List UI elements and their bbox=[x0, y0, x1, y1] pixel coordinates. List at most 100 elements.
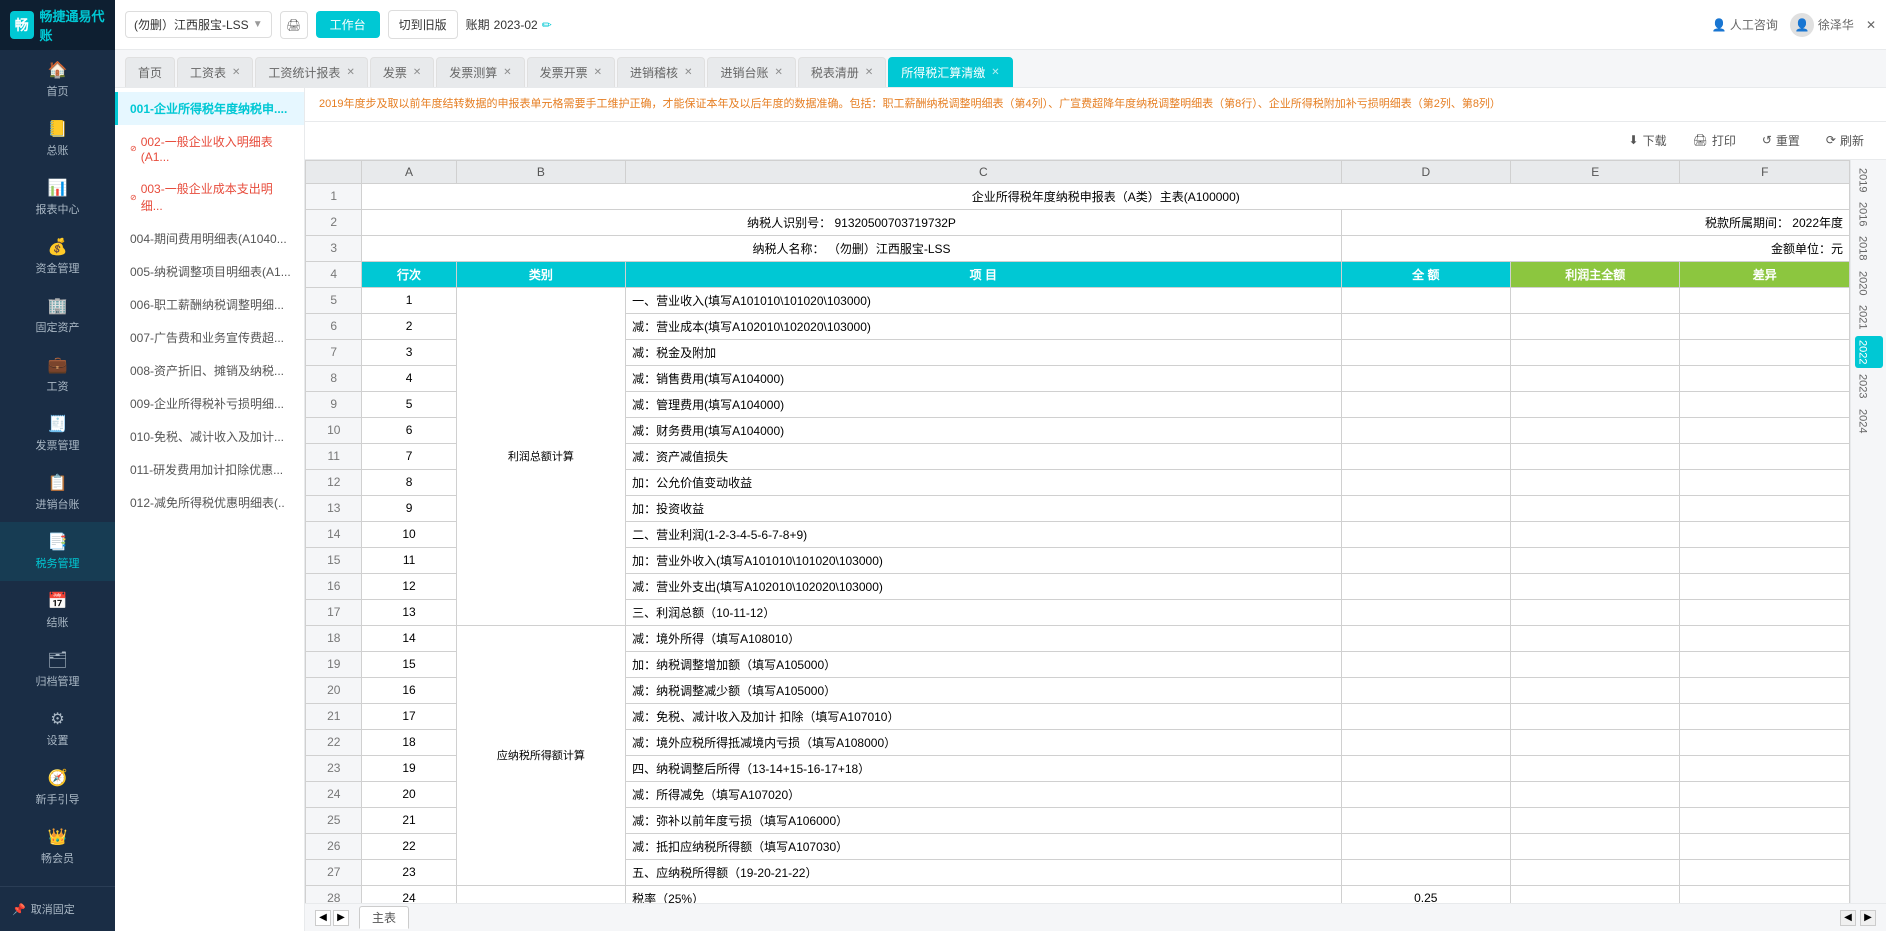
cell-item[interactable]: 二、营业利润(1-2-3-4-5-6-7-8+9) bbox=[626, 521, 1342, 547]
left-panel-item-012[interactable]: 012-减免所得税优惠明细表(.. bbox=[115, 486, 304, 519]
cell-xuhao[interactable]: 23 bbox=[362, 859, 456, 885]
cell-value[interactable] bbox=[1341, 287, 1510, 313]
cell-lirun[interactable] bbox=[1511, 365, 1680, 391]
cell-lirun[interactable] bbox=[1511, 625, 1680, 651]
left-panel-item-005[interactable]: 005-纳税调整项目明细表(A1... bbox=[115, 255, 304, 288]
cell-value[interactable] bbox=[1341, 755, 1510, 781]
cell-chay[interactable] bbox=[1680, 313, 1850, 339]
cell-value[interactable] bbox=[1341, 599, 1510, 625]
year-item-2023[interactable]: 2023 bbox=[1855, 370, 1883, 402]
cell-value[interactable] bbox=[1341, 495, 1510, 521]
workbench-button[interactable]: 工作台 bbox=[316, 11, 380, 38]
cell-item[interactable]: 减：管理费用(填写A104000) bbox=[626, 391, 1342, 417]
tab-nav-left[interactable]: ◀ bbox=[315, 910, 331, 926]
tab-invoice[interactable]: 发票 ✕ bbox=[370, 57, 434, 87]
tab-nav-right[interactable]: ▶ bbox=[333, 910, 349, 926]
year-item-2018[interactable]: 2018 bbox=[1855, 232, 1883, 264]
cell-lirun[interactable] bbox=[1511, 885, 1680, 903]
bottom-tab-main[interactable]: 主表 bbox=[359, 906, 409, 929]
cell-xuhao[interactable]: 13 bbox=[362, 599, 456, 625]
cell-item[interactable]: 税率（25%） bbox=[626, 885, 1342, 903]
tab-close-icon[interactable]: ✕ bbox=[413, 67, 421, 78]
cell-value[interactable] bbox=[1341, 521, 1510, 547]
sidebar-item-home[interactable]: 🏠 首页 bbox=[0, 50, 115, 109]
year-item-2021[interactable]: 2021 bbox=[1855, 301, 1883, 333]
cell-xuhao[interactable]: 17 bbox=[362, 703, 456, 729]
cell-chay[interactable] bbox=[1680, 521, 1850, 547]
cell-value[interactable] bbox=[1341, 443, 1510, 469]
spreadsheet-area[interactable]: A B C D E F 1 企业所 bbox=[305, 160, 1850, 904]
cell-xuhao[interactable]: 2 bbox=[362, 313, 456, 339]
year-item-2020[interactable]: 2020 bbox=[1855, 267, 1883, 299]
cell-lirun[interactable] bbox=[1511, 339, 1680, 365]
cell-value[interactable] bbox=[1341, 703, 1510, 729]
sidebar-item-invoice[interactable]: 🧾 发票管理 bbox=[0, 404, 115, 463]
cell-lirun[interactable] bbox=[1511, 703, 1680, 729]
cell-xuhao[interactable]: 9 bbox=[362, 495, 456, 521]
tab-salary-stats[interactable]: 工资统计报表 ✕ bbox=[255, 57, 367, 87]
sidebar-item-member[interactable]: 👑 畅会员 bbox=[0, 817, 115, 876]
print-button[interactable]: 🖨 打印 bbox=[1685, 128, 1744, 153]
cell-value[interactable] bbox=[1341, 781, 1510, 807]
cell-lirun[interactable] bbox=[1511, 573, 1680, 599]
sidebar-item-archive[interactable]: 🗂 归档管理 bbox=[0, 640, 115, 699]
left-panel-item-002[interactable]: ⊘ 002-一般企业收入明细表(A1... bbox=[115, 125, 304, 172]
cell-chay[interactable] bbox=[1680, 391, 1850, 417]
user-info[interactable]: 👤 徐泽华 bbox=[1790, 13, 1854, 37]
left-panel-item-011[interactable]: 011-研发费用加计扣除优惠... bbox=[115, 453, 304, 486]
tab-close-icon[interactable]: ✕ bbox=[991, 67, 999, 78]
cell-xuhao[interactable]: 21 bbox=[362, 807, 456, 833]
cell-lirun[interactable] bbox=[1511, 521, 1680, 547]
tab-sales-check[interactable]: 进销稽核 ✕ bbox=[617, 57, 705, 87]
cell-lirun[interactable] bbox=[1511, 391, 1680, 417]
cell-chay[interactable] bbox=[1680, 859, 1850, 885]
cell-value[interactable] bbox=[1341, 729, 1510, 755]
cell-lirun[interactable] bbox=[1511, 469, 1680, 495]
cell-xuhao[interactable]: 3 bbox=[362, 339, 456, 365]
cell-chay[interactable] bbox=[1680, 547, 1850, 573]
cell-item[interactable]: 减：营业成本(填写A102010\102020\103000) bbox=[626, 313, 1342, 339]
cell-lirun[interactable] bbox=[1511, 417, 1680, 443]
cell-chay[interactable] bbox=[1680, 651, 1850, 677]
tab-invoice-calc[interactable]: 发票测算 ✕ bbox=[436, 57, 524, 87]
cell-lirun[interactable] bbox=[1511, 287, 1680, 313]
cell-chay[interactable] bbox=[1680, 755, 1850, 781]
cell-xuhao[interactable]: 12 bbox=[362, 573, 456, 599]
cell-lirun[interactable] bbox=[1511, 807, 1680, 833]
cell-xuhao[interactable]: 11 bbox=[362, 547, 456, 573]
cell-chay[interactable] bbox=[1680, 599, 1850, 625]
cell-chay[interactable] bbox=[1680, 781, 1850, 807]
cell-item[interactable]: 减：纳税调整减少额（填写A105000） bbox=[626, 677, 1342, 703]
cell-value[interactable] bbox=[1341, 807, 1510, 833]
tab-close-icon[interactable]: ✕ bbox=[865, 67, 873, 78]
cell-item[interactable]: 一、营业收入(填写A101010\101020\103000) bbox=[626, 287, 1342, 313]
left-panel-item-007[interactable]: 007-广告费和业务宣传费超... bbox=[115, 321, 304, 354]
cell-value[interactable] bbox=[1341, 313, 1510, 339]
cell-xuhao[interactable]: 6 bbox=[362, 417, 456, 443]
print-icon-btn[interactable]: 🖨 bbox=[280, 11, 308, 39]
cell-xuhao[interactable]: 18 bbox=[362, 729, 456, 755]
sidebar-item-fixed[interactable]: 🏢 固定资产 bbox=[0, 286, 115, 345]
tab-close-icon[interactable]: ✕ bbox=[232, 67, 240, 78]
cell-xuhao[interactable]: 1 bbox=[362, 287, 456, 313]
tab-close-icon[interactable]: ✕ bbox=[594, 67, 602, 78]
cell-value[interactable] bbox=[1341, 339, 1510, 365]
cell-value[interactable] bbox=[1341, 391, 1510, 417]
cell-lirun[interactable] bbox=[1511, 833, 1680, 859]
cell-lirun[interactable] bbox=[1511, 729, 1680, 755]
year-item-2024[interactable]: 2024 bbox=[1855, 405, 1883, 437]
cell-lirun[interactable] bbox=[1511, 495, 1680, 521]
cell-xuhao[interactable]: 22 bbox=[362, 833, 456, 859]
cell-chay[interactable] bbox=[1680, 495, 1850, 521]
cell-chay[interactable] bbox=[1680, 573, 1850, 599]
cell-xuhao[interactable]: 5 bbox=[362, 391, 456, 417]
cell-value[interactable] bbox=[1341, 573, 1510, 599]
cell-item[interactable]: 减：弥补以前年度亏损（填写A106000） bbox=[626, 807, 1342, 833]
cell-xuhao[interactable]: 10 bbox=[362, 521, 456, 547]
cell-value[interactable] bbox=[1341, 547, 1510, 573]
cell-item[interactable]: 减：资产减值损失 bbox=[626, 443, 1342, 469]
cell-value[interactable] bbox=[1341, 833, 1510, 859]
cell-item[interactable]: 加：公允价值变动收益 bbox=[626, 469, 1342, 495]
cell-lirun[interactable] bbox=[1511, 651, 1680, 677]
period-edit-icon[interactable]: ✏ bbox=[542, 18, 552, 32]
